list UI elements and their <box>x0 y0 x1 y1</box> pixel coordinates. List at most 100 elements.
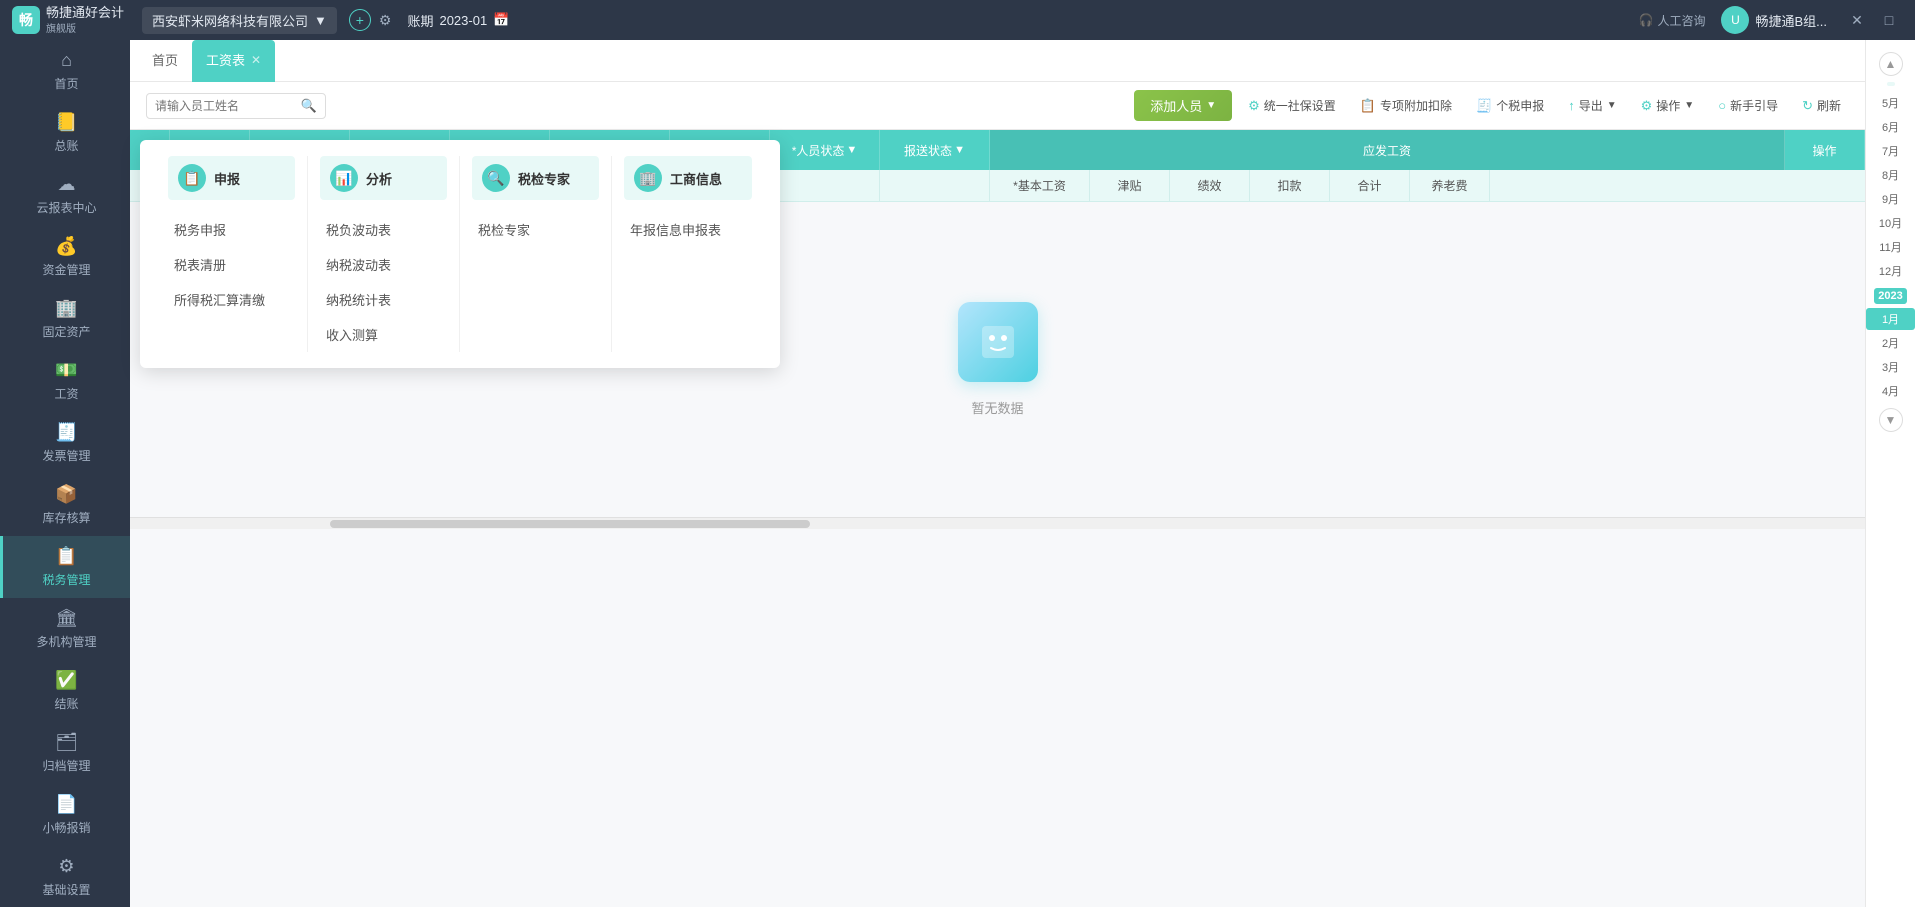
timeline-month-8[interactable]: 8月 <box>1866 164 1915 186</box>
archive-icon: 🗂 <box>55 732 78 753</box>
dropdown-item-tax-burden[interactable]: 税负波动表 <box>320 212 447 247</box>
sidebar-item-assets[interactable]: 🏢 固定资产 <box>0 288 130 350</box>
sidebar-label-inventory: 库存核算 <box>42 509 90 526</box>
timeline-month-9[interactable]: 9月 <box>1866 188 1915 210</box>
scrollbar-thumb[interactable] <box>330 520 810 528</box>
empty-icon <box>958 302 1038 382</box>
user-name: 畅捷通B组... <box>1755 11 1827 30</box>
sidebar-item-multi[interactable]: 🏛 多机构管理 <box>0 598 130 660</box>
ledger-icon: 📒 <box>55 112 77 133</box>
restore-window-button[interactable]: □ <box>1875 6 1903 34</box>
personal-tax-button[interactable]: 🧾 个税申报 <box>1468 92 1552 119</box>
operation-label: 操作 <box>1656 97 1680 114</box>
timeline-month-4[interactable]: 4月 <box>1866 380 1915 402</box>
guide-action-button[interactable]: ○ 新手引导 <box>1710 92 1786 119</box>
timeline-month-11[interactable]: 11月 <box>1866 236 1915 258</box>
funds-icon: 💰 <box>55 236 77 257</box>
sidebar-item-inventory[interactable]: 📦 库存核算 <box>0 474 130 536</box>
toolbar: 🔍 添加人员 ▼ ⚙ 统一社保设置 📋 专项附加扣除 🧾 个税申报 ↑ 导出 <box>130 82 1865 130</box>
dropdown-col-declaration: 📋 申报 税务申报 税表清册 所得税汇算清缴 <box>156 156 308 352</box>
sidebar-item-home[interactable]: ⌂ 首页 <box>0 40 130 102</box>
business-label: 工商信息 <box>670 169 722 188</box>
sidebar-label-funds: 资金管理 <box>42 261 90 278</box>
period-display: 账期 2023-01 📅 <box>407 11 509 30</box>
tab-salary-table[interactable]: 工资表 ✕ <box>192 40 275 82</box>
horizontal-scrollbar[interactable] <box>130 517 1865 529</box>
sub-total: 合计 <box>1330 170 1410 201</box>
dropdown-item-income-tax-calc[interactable]: 所得税汇算清缴 <box>168 282 295 317</box>
timeline-month-12[interactable]: 12月 <box>1866 260 1915 282</box>
refresh-label: 刷新 <box>1817 97 1841 114</box>
user-area[interactable]: U 畅捷通B组... <box>1721 6 1827 34</box>
th-status[interactable]: *人员状态 ▼ <box>770 130 880 170</box>
sidebar-item-archive[interactable]: 🗂 归档管理 <box>0 722 130 784</box>
export-icon: ↑ <box>1568 98 1575 113</box>
sidebar-item-ledger[interactable]: 📒 总账 <box>0 102 130 164</box>
sub-base-salary: *基本工资 <box>990 170 1090 201</box>
add-company-button[interactable]: + <box>349 9 371 31</box>
timeline-month-6[interactable]: 6月 <box>1866 116 1915 138</box>
th-report-status[interactable]: 报送状态 ▼ <box>880 130 990 170</box>
sidebar-item-invoice[interactable]: 🧾 发票管理 <box>0 412 130 474</box>
dropdown-item-tax-declaration[interactable]: 税务申报 <box>168 212 295 247</box>
taxexpert-cat-icon: 🔍 <box>482 164 510 192</box>
service-button[interactable]: 🎧 人工咨询 <box>1639 12 1706 29</box>
operation-button[interactable]: ⚙ 操作 ▼ <box>1633 92 1703 119</box>
timeline-month-10[interactable]: 10月 <box>1866 212 1915 234</box>
timeline-month-1[interactable]: 1月 <box>1866 308 1915 330</box>
sidebar-label-cloud: 云报表中心 <box>36 199 96 216</box>
multi-icon: 🏛 <box>55 608 78 629</box>
dropdown-item-taxexpert[interactable]: 税检专家 <box>472 212 599 247</box>
dropdown-item-tax-payment[interactable]: 纳税波动表 <box>320 247 447 282</box>
social-security-button[interactable]: ⚙ 统一社保设置 <box>1240 92 1344 119</box>
tab-salary-label: 工资表 <box>206 50 245 69</box>
social-security-icon: ⚙ <box>1248 98 1260 114</box>
timeline-nav-down[interactable]: ▼ <box>1879 408 1903 432</box>
sidebar-item-basic[interactable]: ⚙ 基础设置 <box>0 846 130 907</box>
dropdown-item-tax-form-clear[interactable]: 税表清册 <box>168 247 295 282</box>
search-input[interactable] <box>155 99 295 113</box>
timeline-month-7[interactable]: 7月 <box>1866 140 1915 162</box>
timeline-month-2[interactable]: 2月 <box>1866 332 1915 354</box>
sidebar-label-archive: 归档管理 <box>42 757 90 774</box>
refresh-button[interactable]: ↻ 刷新 <box>1794 92 1849 119</box>
export-arrow: ▼ <box>1607 100 1617 111</box>
sidebar-item-salary[interactable]: 💵 工资 <box>0 350 130 412</box>
dropdown-item-tax-stats[interactable]: 纳税统计表 <box>320 282 447 317</box>
special-deduction-button[interactable]: 📋 专项附加扣除 <box>1352 92 1460 119</box>
calendar-icon[interactable]: 📅 <box>493 12 509 28</box>
tab-home[interactable]: 首页 <box>138 40 192 82</box>
timeline-month-5[interactable]: 5月 <box>1866 92 1915 114</box>
tax-icon: 📋 <box>55 546 77 567</box>
timeline-nav-up[interactable]: ▲ <box>1879 52 1903 76</box>
social-security-label: 统一社保设置 <box>1264 97 1336 114</box>
export-button[interactable]: ↑ 导出 ▼ <box>1560 92 1624 119</box>
timeline-month-3[interactable]: 3月 <box>1866 356 1915 378</box>
sidebar-item-tax[interactable]: 📋 税务管理 <box>0 536 130 598</box>
sidebar-item-funds[interactable]: 💰 资金管理 <box>0 226 130 288</box>
operation-icon: ⚙ <box>1641 98 1653 114</box>
business-cat-icon: 🏢 <box>634 164 662 192</box>
sidebar-item-settle[interactable]: ✅ 结账 <box>0 660 130 722</box>
dropdown-col-taxexpert: 🔍 税检专家 税检专家 <box>460 156 612 352</box>
timeline-year-2023-prev <box>1887 82 1895 86</box>
dropdown-item-income-forecast[interactable]: 收入测算 <box>320 317 447 352</box>
report-icon: 📄 <box>55 794 77 815</box>
settings-icon[interactable]: ⚙ <box>379 12 392 29</box>
main-content: 首页 工资表 ✕ 🔍 添加人员 ▼ ⚙ 统一社保设置 📋 <box>130 40 1865 907</box>
app-subtitle: 旗舰版 <box>46 20 124 35</box>
th-salary-group: 应发工资 <box>990 130 1785 170</box>
add-person-button[interactable]: 添加人员 ▼ <box>1134 90 1232 121</box>
sidebar-item-cloud[interactable]: ☁ 云报表中心 <box>0 164 130 226</box>
company-selector[interactable]: 西安虾米网络科技有限公司 ▼ <box>142 7 337 34</box>
sidebar-label-home: 首页 <box>54 75 78 92</box>
add-person-arrow: ▼ <box>1206 100 1216 111</box>
report-filter-icon: ▼ <box>954 144 965 156</box>
close-window-button[interactable]: ✕ <box>1843 6 1871 34</box>
sidebar: ⌂ 首页 📒 总账 ☁ 云报表中心 💰 资金管理 🏢 固定资产 💵 工资 🧾 发… <box>0 40 130 907</box>
refresh-icon: ↻ <box>1802 98 1813 114</box>
th-action-header: 操作 <box>1785 130 1865 170</box>
tab-close-button[interactable]: ✕ <box>251 53 261 67</box>
dropdown-item-annual-report[interactable]: 年报信息申报表 <box>624 212 752 247</box>
sidebar-item-report[interactable]: 📄 小畅报销 <box>0 784 130 846</box>
